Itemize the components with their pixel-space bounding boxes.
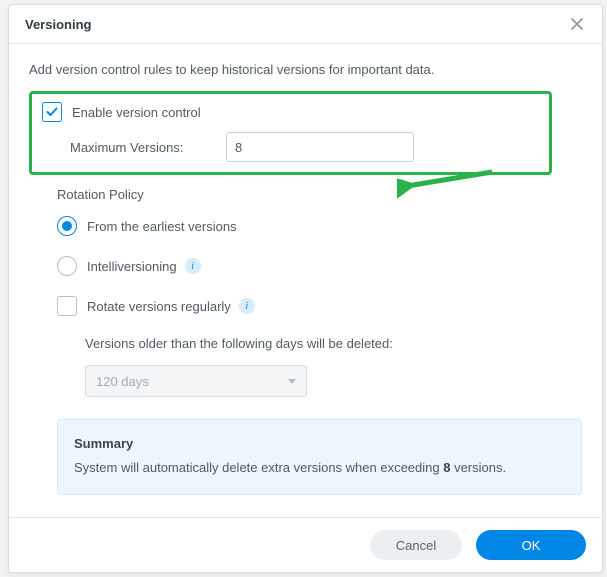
info-icon[interactable]: i xyxy=(239,298,255,314)
radio-intelliversioning-label: Intelliversioning xyxy=(87,259,177,274)
summary-title: Summary xyxy=(74,434,565,454)
rotate-days-select: 120 days xyxy=(85,365,307,397)
rotate-subtext: Versions older than the following days w… xyxy=(85,336,582,351)
max-versions-label: Maximum Versions: xyxy=(70,140,210,155)
titlebar: Versioning xyxy=(9,5,602,44)
rotation-policy-title: Rotation Policy xyxy=(57,187,582,202)
rotate-regularly-label: Rotate versions regularly xyxy=(87,299,231,314)
dialog-title: Versioning xyxy=(25,17,91,32)
dialog-body: Add version control rules to keep histor… xyxy=(9,44,602,517)
versioning-dialog: Versioning Add version control rules to … xyxy=(8,4,603,573)
radio-earliest-label: From the earliest versions xyxy=(87,219,237,234)
max-versions-input[interactable] xyxy=(226,132,414,162)
rotate-regularly-row: Rotate versions regularly i xyxy=(57,296,582,316)
rotate-days-value: 120 days xyxy=(96,374,149,389)
info-icon[interactable]: i xyxy=(185,258,201,274)
summary-box: Summary System will automatically delete… xyxy=(57,419,582,495)
rotation-option-earliest[interactable]: From the earliest versions xyxy=(57,216,582,236)
rotation-option-intelliversioning[interactable]: Intelliversioning i xyxy=(57,256,582,276)
radio-intelliversioning[interactable] xyxy=(57,256,77,276)
summary-suffix: versions. xyxy=(450,460,506,475)
rotate-regularly-checkbox[interactable] xyxy=(57,296,77,316)
enable-version-control-checkbox[interactable] xyxy=(42,102,62,122)
ok-button[interactable]: OK xyxy=(476,530,586,560)
summary-prefix: System will automatically delete extra v… xyxy=(74,460,443,475)
close-icon[interactable] xyxy=(568,15,586,33)
intro-text: Add version control rules to keep histor… xyxy=(29,62,582,77)
chevron-down-icon xyxy=(288,379,296,384)
radio-earliest[interactable] xyxy=(57,216,77,236)
max-versions-row: Maximum Versions: xyxy=(42,132,539,162)
rotation-options: From the earliest versions Intelliversio… xyxy=(57,216,582,316)
enable-version-control-label: Enable version control xyxy=(72,105,201,120)
cancel-button[interactable]: Cancel xyxy=(370,530,462,560)
enable-highlight: Enable version control Maximum Versions: xyxy=(29,91,552,175)
summary-text: System will automatically delete extra v… xyxy=(74,458,565,478)
enable-row: Enable version control xyxy=(42,102,539,122)
dialog-footer: Cancel OK xyxy=(9,517,602,572)
